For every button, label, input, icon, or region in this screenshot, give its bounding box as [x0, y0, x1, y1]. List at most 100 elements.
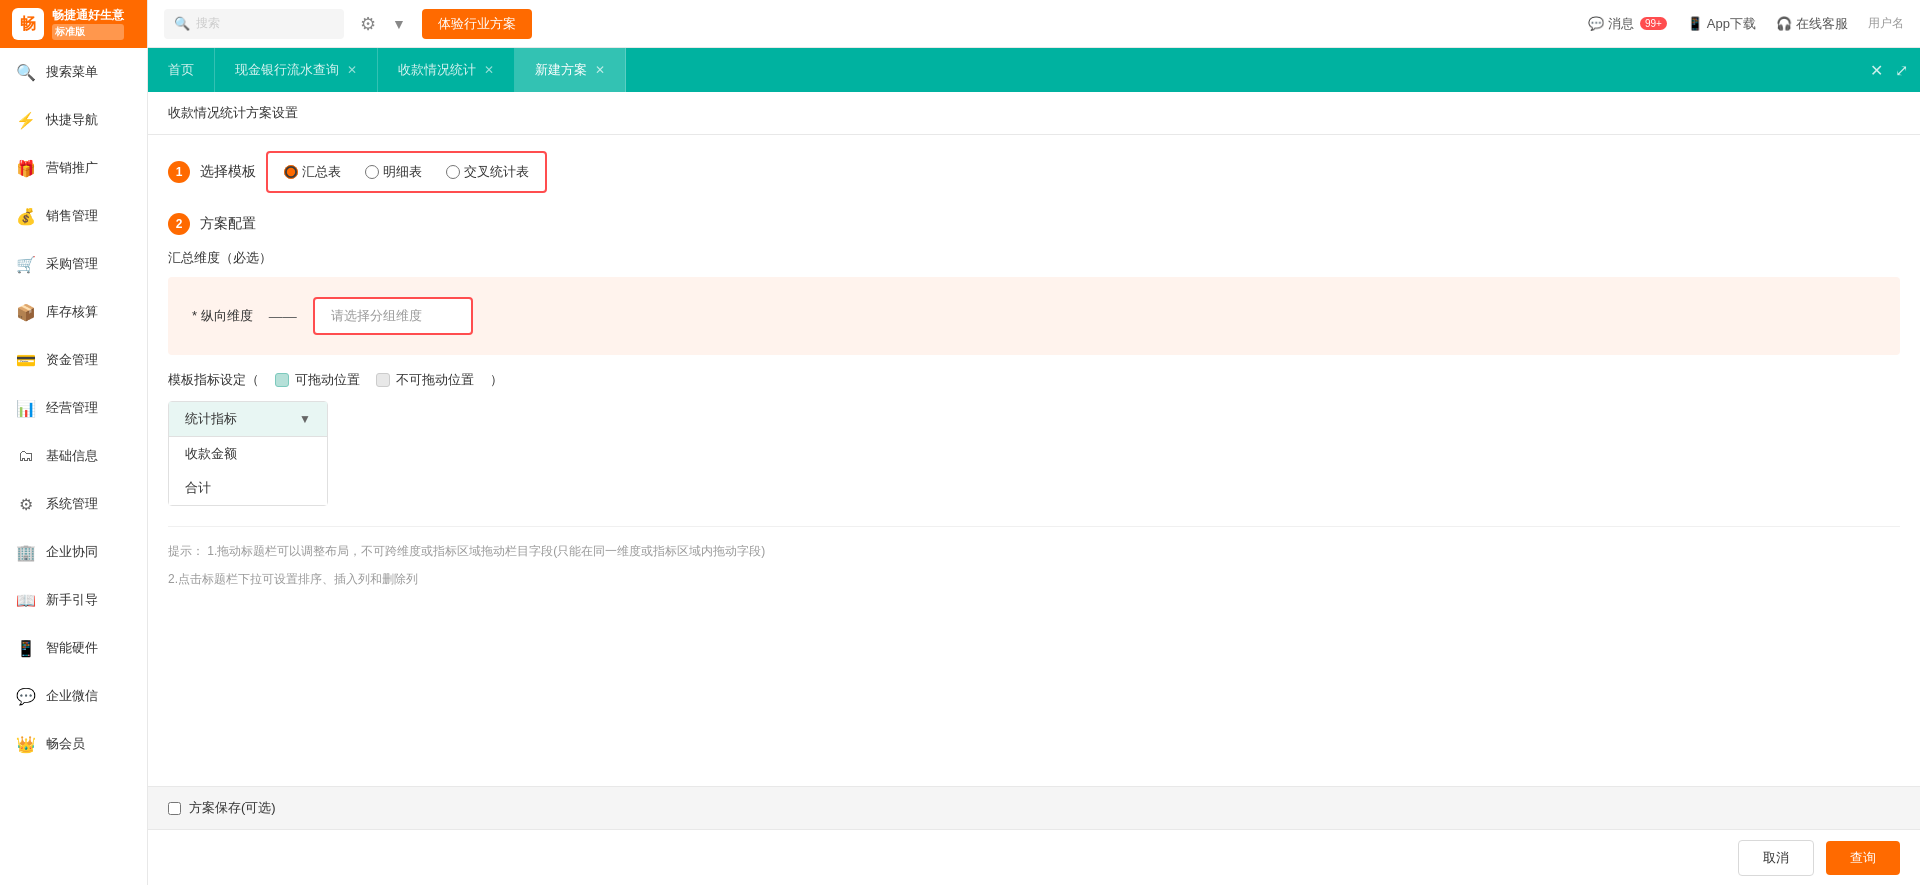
sidebar-item-label: 快捷导航: [46, 111, 98, 129]
metric-section: 模板指标设定（ 可拖动位置 不可拖动位置 ）: [168, 371, 1900, 607]
dimension-placeholder: 请选择分组维度: [331, 308, 422, 323]
sidebar-item-system[interactable]: ⚙ 系统管理: [0, 480, 147, 528]
sidebar-item-operation[interactable]: 📊 经营管理: [0, 384, 147, 432]
tab-home-label: 首页: [168, 61, 194, 79]
sidebar-item-label: 企业协同: [46, 543, 98, 561]
legend-draggable: 可拖动位置: [275, 371, 360, 389]
radio-summary[interactable]: 汇总表: [284, 163, 341, 181]
dimension-selector[interactable]: 请选择分组维度: [313, 297, 473, 335]
draggable-dot: [275, 373, 289, 387]
metric-column-label: 统计指标: [185, 410, 237, 428]
main-area: 🔍 搜索 ⚙ ▼ 体验行业方案 💬 消息 99+ 📱 App下载 🎧 在线客服 …: [148, 0, 1920, 885]
step2-section: 2 方案配置 汇总维度（必选） * 纵向维度 —— 请选择分组维度: [168, 213, 1900, 607]
sidebar-item-smart-hw[interactable]: 📱 智能硬件: [0, 624, 147, 672]
cancel-button[interactable]: 取消: [1738, 840, 1814, 876]
inventory-icon: 📦: [16, 303, 36, 322]
sidebar-item-wechat[interactable]: 💬 企业微信: [0, 672, 147, 720]
sidebar-item-sales[interactable]: 💰 销售管理: [0, 192, 147, 240]
online-service-button[interactable]: 🎧 在线客服: [1776, 15, 1848, 33]
metric-dropdown-arrow-icon[interactable]: ▼: [299, 412, 311, 426]
content-area: 收款情况统计方案设置 1 选择模板 汇总表 明细表: [148, 92, 1920, 885]
sidebar-item-inventory[interactable]: 📦 库存核算: [0, 288, 147, 336]
sidebar-item-enterprise[interactable]: 🏢 企业协同: [0, 528, 147, 576]
radio-crosstab-input[interactable]: [446, 165, 460, 179]
purchase-icon: 🛒: [16, 255, 36, 274]
tab-cashflow-label: 现金银行流水查询: [235, 61, 339, 79]
sidebar-item-quick-nav[interactable]: ⚡ 快捷导航: [0, 96, 147, 144]
tab-close-all-icon[interactable]: ✕: [1870, 61, 1883, 80]
tabbar-controls: ✕ ⤢: [1858, 61, 1920, 80]
message-button[interactable]: 💬 消息 99+: [1588, 15, 1667, 33]
tab-cashflow[interactable]: 现金银行流水查询 ✕: [215, 48, 378, 92]
sidebar-item-label: 库存核算: [46, 303, 98, 321]
step1-section: 1 选择模板 汇总表 明细表 交叉统计表: [168, 151, 1900, 193]
tab-new-plan[interactable]: 新建方案 ✕: [515, 48, 626, 92]
vertical-dimension-label: * 纵向维度: [192, 307, 253, 325]
sidebar-item-label: 智能硬件: [46, 639, 98, 657]
topbar: 🔍 搜索 ⚙ ▼ 体验行业方案 💬 消息 99+ 📱 App下载 🎧 在线客服 …: [148, 0, 1920, 48]
settings-icon[interactable]: ⚙: [360, 13, 376, 35]
search-menu-icon: 🔍: [16, 63, 36, 82]
sidebar-item-label: 营销推广: [46, 159, 98, 177]
tab-new-plan-close-icon[interactable]: ✕: [595, 63, 605, 77]
step2-title: 方案配置: [200, 215, 256, 233]
sidebar-item-marketing[interactable]: 🎁 营销推广: [0, 144, 147, 192]
sidebar-item-member[interactable]: 👑 畅会员: [0, 720, 147, 768]
tab-home[interactable]: 首页: [148, 48, 215, 92]
sidebar-item-basic-info[interactable]: 🗂 基础信息: [0, 432, 147, 480]
message-label: 消息: [1608, 15, 1634, 33]
dimension-config: 汇总维度（必选） * 纵向维度 —— 请选择分组维度: [168, 249, 1900, 607]
tabbar: 首页 现金银行流水查询 ✕ 收款情况统计 ✕ 新建方案 ✕ ✕ ⤢: [148, 48, 1920, 92]
tab-receipt-stats[interactable]: 收款情况统计 ✕: [378, 48, 515, 92]
tips-section: 提示： 1.拖动标题栏可以调整布局，不可跨维度或指标区域拖动栏目字段(只能在同一…: [168, 526, 1900, 607]
sidebar-item-label: 销售管理: [46, 207, 98, 225]
page-title: 收款情况统计方案设置: [168, 105, 298, 120]
dimension-arrow: ——: [269, 308, 297, 324]
metric-table-header[interactable]: 统计指标 ▼: [169, 402, 327, 437]
tab-receipt-stats-close-icon[interactable]: ✕: [484, 63, 494, 77]
legend-not-draggable-label: 不可拖动位置: [396, 371, 474, 389]
radio-detail-input[interactable]: [365, 165, 379, 179]
guide-icon: 📖: [16, 591, 36, 610]
tab-expand-icon[interactable]: ⤢: [1895, 61, 1908, 80]
radio-detail-label: 明细表: [383, 163, 422, 181]
sidebar-item-guide[interactable]: 📖 新手引导: [0, 576, 147, 624]
logo-icon: 畅: [12, 8, 44, 40]
app-download-button[interactable]: 📱 App下载: [1687, 15, 1756, 33]
dropdown-arrow-icon[interactable]: ▼: [392, 16, 406, 32]
industry-plan-button[interactable]: 体验行业方案: [422, 9, 532, 39]
message-icon: 💬: [1588, 16, 1604, 31]
basic-info-icon: 🗂: [16, 447, 36, 465]
system-icon: ⚙: [16, 495, 36, 514]
sidebar-item-finance[interactable]: 💳 资金管理: [0, 336, 147, 384]
search-placeholder: 搜索: [196, 15, 220, 32]
tab-new-plan-label: 新建方案: [535, 61, 587, 79]
message-badge: 99+: [1640, 17, 1667, 30]
tab-cashflow-close-icon[interactable]: ✕: [347, 63, 357, 77]
query-button[interactable]: 查询: [1826, 841, 1900, 875]
page-header: 收款情况统计方案设置: [148, 92, 1920, 135]
page-body: 1 选择模板 汇总表 明细表 交叉统计表: [148, 135, 1920, 786]
dimension-area: * 纵向维度 —— 请选择分组维度: [168, 277, 1900, 355]
radio-crosstab[interactable]: 交叉统计表: [446, 163, 529, 181]
quick-nav-icon: ⚡: [16, 111, 36, 130]
save-checkbox[interactable]: [168, 802, 181, 815]
service-icon: 🎧: [1776, 16, 1792, 31]
search-box[interactable]: 🔍 搜索: [164, 9, 344, 39]
service-label: 在线客服: [1796, 15, 1848, 33]
vertical-dimension-row: * 纵向维度 —— 请选择分组维度: [192, 297, 1876, 335]
sidebar-item-purchase[interactable]: 🛒 采购管理: [0, 240, 147, 288]
search-icon: 🔍: [174, 16, 190, 31]
save-label[interactable]: 方案保存(可选): [189, 799, 276, 817]
radio-detail[interactable]: 明细表: [365, 163, 422, 181]
step1-number: 1: [168, 161, 190, 183]
sidebar-item-label: 采购管理: [46, 255, 98, 273]
step2-number: 2: [168, 213, 190, 235]
sidebar-item-label: 经营管理: [46, 399, 98, 417]
metric-header: 模板指标设定（ 可拖动位置 不可拖动位置 ）: [168, 371, 1900, 389]
sidebar-item-label: 系统管理: [46, 495, 98, 513]
radio-summary-input[interactable]: [284, 165, 298, 179]
sidebar-item-search-menu[interactable]: 🔍 搜索菜单: [0, 48, 147, 96]
wechat-icon: 💬: [16, 687, 36, 706]
sidebar-item-label: 新手引导: [46, 591, 98, 609]
